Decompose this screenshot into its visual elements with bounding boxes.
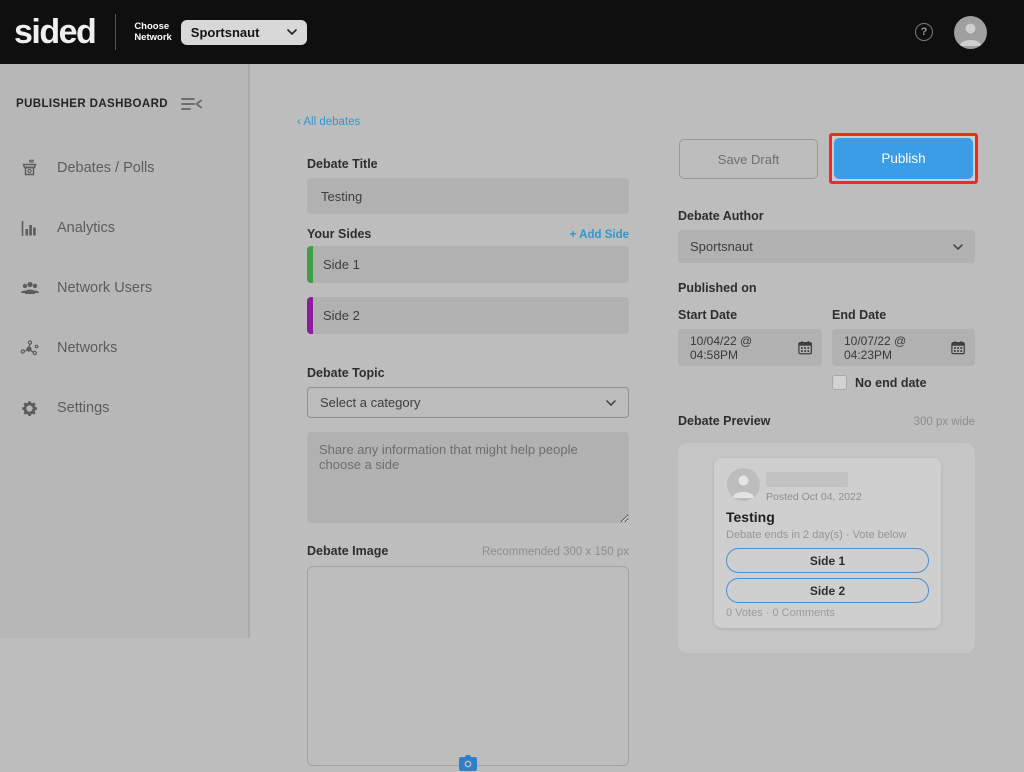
sidebar-item-label: Debates / Polls	[57, 160, 155, 176]
sidebar-item-label: Settings	[57, 400, 110, 416]
category-select-value: Select a category	[320, 395, 421, 410]
debate-author-value: Sportsnaut	[690, 239, 753, 254]
sidebar-item-label: Networks	[57, 340, 118, 356]
header-divider	[115, 14, 117, 50]
end-date-label: End Date	[832, 308, 887, 322]
users-icon	[20, 279, 39, 298]
sidebar-item-label: Network Users	[57, 280, 153, 296]
sidebar-collapse-icon[interactable]	[181, 96, 203, 112]
person-icon	[733, 475, 754, 498]
side-1-input[interactable]: Side 1	[307, 246, 629, 283]
network-nodes-icon	[20, 339, 39, 358]
all-debates-back-link[interactable]: ‹ All debates	[297, 116, 360, 128]
published-on-label: Published on	[678, 281, 757, 295]
image-size-hint: Recommended 300 x 150 px	[481, 546, 629, 558]
debate-image-label: Debate Image	[307, 544, 389, 558]
side-2-value: Side 2	[323, 308, 360, 323]
help-icon[interactable]: ?	[915, 23, 933, 41]
chevron-down-icon	[286, 29, 297, 35]
sidebar-menu: Debates / Polls Analytics Network Users …	[0, 138, 248, 438]
no-end-date-checkbox[interactable]	[832, 375, 847, 390]
save-draft-button[interactable]: Save Draft	[679, 139, 818, 179]
preview-votes-comments: 0 Votes · 0 Comments	[726, 607, 835, 619]
start-date-label: Start Date	[678, 308, 738, 322]
calendar-icon	[951, 341, 965, 355]
sidebar: PUBLISHER DASHBOARD Debates / Polls Anal…	[0, 64, 250, 638]
chevron-down-icon	[953, 243, 963, 250]
publish-button[interactable]: Publish	[834, 138, 973, 179]
sidebar-item-settings[interactable]: Settings	[0, 378, 248, 438]
sidebar-item-debates-polls[interactable]: Debates / Polls	[0, 138, 248, 198]
podium-icon	[20, 158, 39, 178]
network-select-value: Sportsnaut	[190, 24, 260, 40]
sided-logo: sided	[14, 12, 97, 51]
start-date-input[interactable]: 10/04/22 @ 04:58PM	[678, 329, 822, 366]
publish-highlight-box: Publish	[829, 133, 978, 184]
debate-form: ‹ All debates Debate Title Your Sides + …	[297, 112, 629, 771]
debate-preview-card: Posted Oct 04, 2022 Testing Debate ends …	[714, 458, 941, 628]
no-end-date-option[interactable]: No end date	[832, 375, 975, 390]
preview-author-placeholder	[766, 472, 848, 487]
debate-preview-container: Posted Oct 04, 2022 Testing Debate ends …	[678, 443, 975, 653]
category-select[interactable]: Select a category	[307, 387, 629, 418]
debate-author-label: Debate Author	[678, 209, 764, 223]
side-1-value: Side 1	[323, 257, 360, 272]
add-side-button[interactable]: + Add Side	[570, 229, 629, 241]
top-navbar: sided Choose Network Sportsnaut ?	[0, 0, 1024, 64]
debate-info-textarea[interactable]	[307, 432, 629, 523]
preview-side-1-button[interactable]: Side 1	[726, 548, 929, 573]
no-end-date-label: No end date	[855, 375, 927, 390]
gear-icon	[20, 399, 39, 418]
debate-title-input[interactable]	[307, 178, 629, 214]
calendar-icon	[798, 341, 812, 355]
chevron-down-icon	[606, 399, 616, 406]
sidebar-item-network-users[interactable]: Network Users	[0, 258, 248, 318]
preview-avatar	[727, 468, 760, 501]
sidebar-item-label: Analytics	[57, 220, 116, 236]
user-avatar[interactable]	[954, 15, 987, 49]
debate-preview-label: Debate Preview	[678, 414, 771, 428]
debate-image-upload[interactable]	[307, 566, 629, 771]
sidebar-title: PUBLISHER DASHBOARD	[16, 98, 168, 110]
person-icon	[960, 23, 981, 46]
your-sides-label: Your Sides	[307, 227, 372, 241]
end-date-value: 10/07/22 @ 04:23PM	[844, 333, 907, 362]
network-select[interactable]: Sportsnaut	[180, 19, 307, 45]
preview-title: Testing	[726, 509, 775, 525]
sidebar-item-networks[interactable]: Networks	[0, 318, 248, 378]
preview-meta: Debate ends in 2 day(s) · Vote below	[726, 529, 907, 541]
end-date-input[interactable]: 10/07/22 @ 04:23PM	[832, 329, 975, 366]
debate-title-label: Debate Title	[307, 157, 378, 171]
publish-panel: Save Draft Publish Debate Author Sportsn…	[678, 133, 978, 653]
side-2-input[interactable]: Side 2	[307, 297, 629, 334]
preview-posted-date: Posted Oct 04, 2022	[766, 491, 862, 503]
debate-topic-label: Debate Topic	[307, 366, 385, 380]
sidebar-item-analytics[interactable]: Analytics	[0, 198, 248, 258]
choose-network-label: Choose Network	[134, 20, 172, 43]
bar-chart-icon	[20, 219, 39, 238]
camera-icon	[458, 755, 478, 772]
preview-width-hint: 300 px wide	[913, 416, 975, 428]
start-date-value: 10/04/22 @ 04:58PM	[690, 333, 753, 362]
preview-side-2-button[interactable]: Side 2	[726, 578, 929, 603]
debate-author-select[interactable]: Sportsnaut	[678, 230, 975, 263]
